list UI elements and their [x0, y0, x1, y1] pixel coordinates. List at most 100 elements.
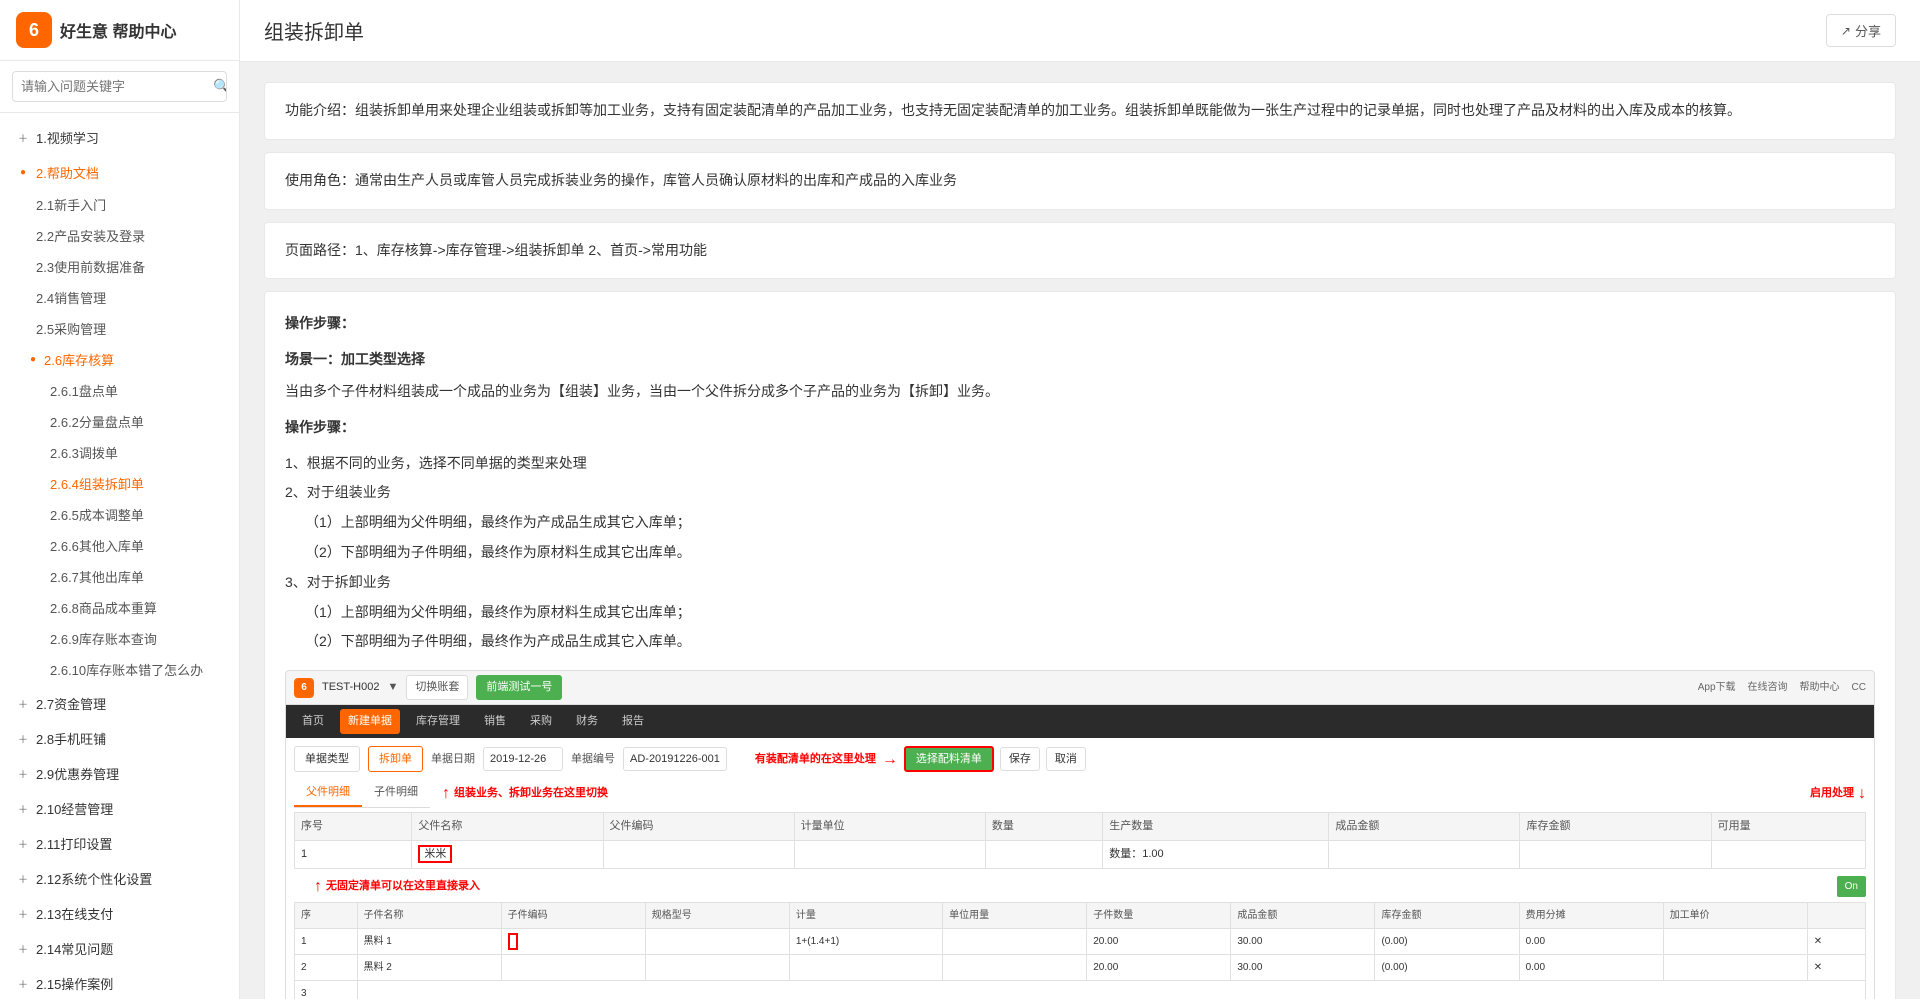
- sidebar-item-2-6-8[interactable]: 2.6.8商品成本重算: [0, 592, 239, 623]
- nav-section-header-2-10[interactable]: ＋ 2.10经营管理: [0, 792, 239, 825]
- expand-icon-2-9: ＋: [16, 767, 30, 781]
- sidebar-item-2-6-6[interactable]: 2.6.6其他入库单: [0, 530, 239, 561]
- sidebar-item-2-1[interactable]: 2.1新手入门: [0, 189, 239, 220]
- sidebar-item-2-6-3[interactable]: 2.6.3调拨单: [0, 437, 239, 468]
- sidebar-item-2-6-9[interactable]: 2.6.9库存账本查询: [0, 623, 239, 654]
- ss-date-input[interactable]: 2019-12-26: [483, 747, 563, 772]
- ss-no-input[interactable]: AD-20191226-001: [623, 747, 727, 772]
- nav-section-header-2-11[interactable]: ＋ 2.11打印设置: [0, 827, 239, 860]
- ss-table1: 序号 父件名称 父件编码 计量单位 数量 生产数量 成品金额 库存金额 可用量: [294, 812, 1866, 868]
- ss-th-prod-qty: 生产数量: [1103, 813, 1329, 841]
- nav-section-header-2-9[interactable]: ＋ 2.9优惠券管理: [0, 757, 239, 790]
- ss-th2-unit: 计量: [789, 902, 942, 928]
- nav-section-header-1[interactable]: ＋ 1.视频学习: [0, 121, 239, 154]
- ss-nav-finance[interactable]: 财务: [568, 709, 606, 734]
- ss-process-button[interactable]: 选择配料清单: [904, 746, 994, 773]
- sidebar-item-2-6-7[interactable]: 2.6.7其他出库单: [0, 561, 239, 592]
- ss-row-del-1[interactable]: ✕: [1814, 936, 1822, 947]
- ss-td2-name-1: 黑料 1: [357, 928, 501, 954]
- ss-save-btn[interactable]: 保存: [1000, 747, 1040, 772]
- search-button[interactable]: 🔍: [205, 72, 227, 101]
- ss-td-qty: [985, 841, 1102, 869]
- sidebar-item-2-3[interactable]: 2.3使用前数据准备: [0, 251, 239, 282]
- ss-annotation3-area: 启用处理 ↓: [1810, 780, 1866, 807]
- sidebar-item-2-5[interactable]: 2.5采购管理: [0, 313, 239, 344]
- ss-nav-inventory[interactable]: 库存管理: [408, 709, 468, 734]
- logo-text: 好生意 帮助中心: [60, 18, 176, 42]
- ss-td2-cqty-1: 20.00: [1087, 928, 1231, 954]
- expand-icon-2-7: ＋: [16, 697, 30, 711]
- scene1-title: 场景一：加工类型选择: [285, 348, 1875, 372]
- nav-section-header-2-7[interactable]: ＋ 2.7资金管理: [0, 687, 239, 720]
- step-list: 1、根据不同的业务，选择不同单据的类型来处理 2、对于组装业务 （1）上部明细为…: [285, 452, 1875, 655]
- ss-td2-op-2: ✕: [1807, 954, 1865, 980]
- expand-icon-2-14: ＋: [16, 942, 30, 956]
- ss-green-btn[interactable]: 前端测试一号: [476, 675, 562, 700]
- nav-section-label-1: 1.视频学习: [36, 128, 99, 147]
- step-3-2: （2）下部明细为子件明细，最终作为产成品生成其它入库单。: [285, 630, 1875, 654]
- ss-th2-cost-share: 费用分摊: [1519, 902, 1663, 928]
- ss-td-avail: [1711, 841, 1865, 869]
- ss-row-del-2[interactable]: ✕: [1814, 962, 1822, 973]
- main-content: 功能介绍：组装拆卸单用来处理企业组装或拆卸等加工业务，支持有固定装配清单的产品加…: [240, 62, 1920, 999]
- ss-dropdown[interactable]: 切换账套: [406, 675, 468, 700]
- ss-no-label: 单据编号: [571, 750, 615, 769]
- ss-td2-uqty-1: [943, 928, 1087, 954]
- nav-section-header-2-12[interactable]: ＋ 2.12系统个性化设置: [0, 862, 239, 895]
- nav-section-2-13: ＋ 2.13在线支付: [0, 897, 239, 930]
- screenshot: 6 TEST-H002 ▼ 切换账套 前端测试一号 App下载 在线咨询 帮助中…: [286, 671, 1874, 999]
- sidebar-item-2-6-4[interactable]: 2.6.4组装拆卸单: [0, 468, 239, 499]
- share-button[interactable]: ↗ 分享: [1826, 14, 1896, 47]
- ss-topbar: 6 TEST-H002 ▼ 切换账套 前端测试一号 App下载 在线咨询 帮助中…: [286, 671, 1874, 705]
- ss-nav-sales[interactable]: 销售: [476, 709, 514, 734]
- step-3: 3、对于拆卸业务: [285, 571, 1875, 595]
- ss-td-parent-code: [603, 841, 794, 869]
- main-header: 组装拆卸单 ↗ 分享: [240, 0, 1920, 62]
- ss-td-prod-qty: 数量：1.00: [1103, 841, 1329, 869]
- ops-section: 操作步骤： 场景一：加工类型选择 当由多个子件材料组装成一个成品的业务为【组装】…: [264, 291, 1896, 999]
- sidebar-item-2-6-1[interactable]: 2.6.1盘点单: [0, 375, 239, 406]
- ss-nav-purchase[interactable]: 采购: [522, 709, 560, 734]
- role-text: 使用角色：通常由生产人员或库管人员完成拆装业务的操作，库管人员确认原材料的出库和…: [285, 169, 1875, 193]
- sidebar-item-2-6-2[interactable]: 2.6.2分量盘点单: [0, 406, 239, 437]
- nav-section-1: ＋ 1.视频学习: [0, 121, 239, 154]
- search-input[interactable]: [13, 73, 205, 100]
- ss-tab-child[interactable]: 子件明细: [362, 779, 430, 808]
- ss-nav-report[interactable]: 报告: [614, 709, 652, 734]
- ss-parent-name-input[interactable]: 米米: [418, 845, 452, 863]
- expand-icon-2-6: ●: [26, 353, 40, 367]
- ss-th2-child-code: 子件编码: [501, 902, 645, 928]
- ss-cancel-btn[interactable]: 取消: [1046, 747, 1086, 772]
- nav-sub-children-2-6: 2.6.1盘点单 2.6.2分量盘点单 2.6.3调拨单 2.6.4组装拆卸单 …: [0, 375, 239, 685]
- nav-sub-section-2-6[interactable]: ● 2.6库存核算: [0, 344, 239, 375]
- ss-td2-cs-1: 0.00: [1519, 928, 1663, 954]
- on-badge: On: [1837, 876, 1866, 897]
- nav-section-header-2-14[interactable]: ＋ 2.14常见问题: [0, 932, 239, 965]
- table-row: 1 黑料 1 1+(1.4+1) 20.00 30.00 (0.00): [295, 928, 1866, 954]
- ss-td2-seq-3: 3: [295, 980, 358, 999]
- ss-type-tab2[interactable]: 拆卸单: [368, 746, 423, 773]
- ss-child-code-input[interactable]: [508, 933, 518, 950]
- sidebar-item-2-4[interactable]: 2.4销售管理: [0, 282, 239, 313]
- nav-section-header-2-8[interactable]: ＋ 2.8手机旺铺: [0, 722, 239, 755]
- ss-type-tab1[interactable]: 单据类型: [294, 746, 360, 773]
- nav-section-header-2-15[interactable]: ＋ 2.15操作案例: [0, 967, 239, 999]
- ss-td-stock-amt: [1520, 841, 1711, 869]
- ss-td2-pamt-1: 30.00: [1231, 928, 1375, 954]
- sidebar-item-2-6-5[interactable]: 2.6.5成本调整单: [0, 499, 239, 530]
- ss-nav-home[interactable]: 首页: [294, 709, 332, 734]
- ss-nav-new[interactable]: 新建单据: [340, 709, 400, 734]
- table-row: 2 黑料 2 20.00 30.00 (0.00): [295, 954, 1866, 980]
- sidebar-item-2-6-10[interactable]: 2.6.10库存账本错了怎么办: [0, 654, 239, 685]
- nav-section-2-7: ＋ 2.7资金管理: [0, 687, 239, 720]
- ss-tab-parent[interactable]: 父件明细: [294, 779, 362, 808]
- expand-icon-2-8: ＋: [16, 732, 30, 746]
- nav-section-2-14: ＋ 2.14常见问题: [0, 932, 239, 965]
- sidebar-item-2-2[interactable]: 2.2产品安装及登录: [0, 220, 239, 251]
- nav-section-header-2[interactable]: ● 2.帮助文档: [0, 156, 239, 189]
- ss-arrow3: ↓: [1858, 780, 1866, 807]
- nav-label-2-10: 2.10经营管理: [36, 799, 113, 818]
- nav-label-2-12: 2.12系统个性化设置: [36, 869, 152, 888]
- ss-table2-area: 序 子件名称 子件编码 规格型号 计量 单位用量 子件数量 成品金额 库存金额: [294, 902, 1866, 999]
- nav-section-header-2-13[interactable]: ＋ 2.13在线支付: [0, 897, 239, 930]
